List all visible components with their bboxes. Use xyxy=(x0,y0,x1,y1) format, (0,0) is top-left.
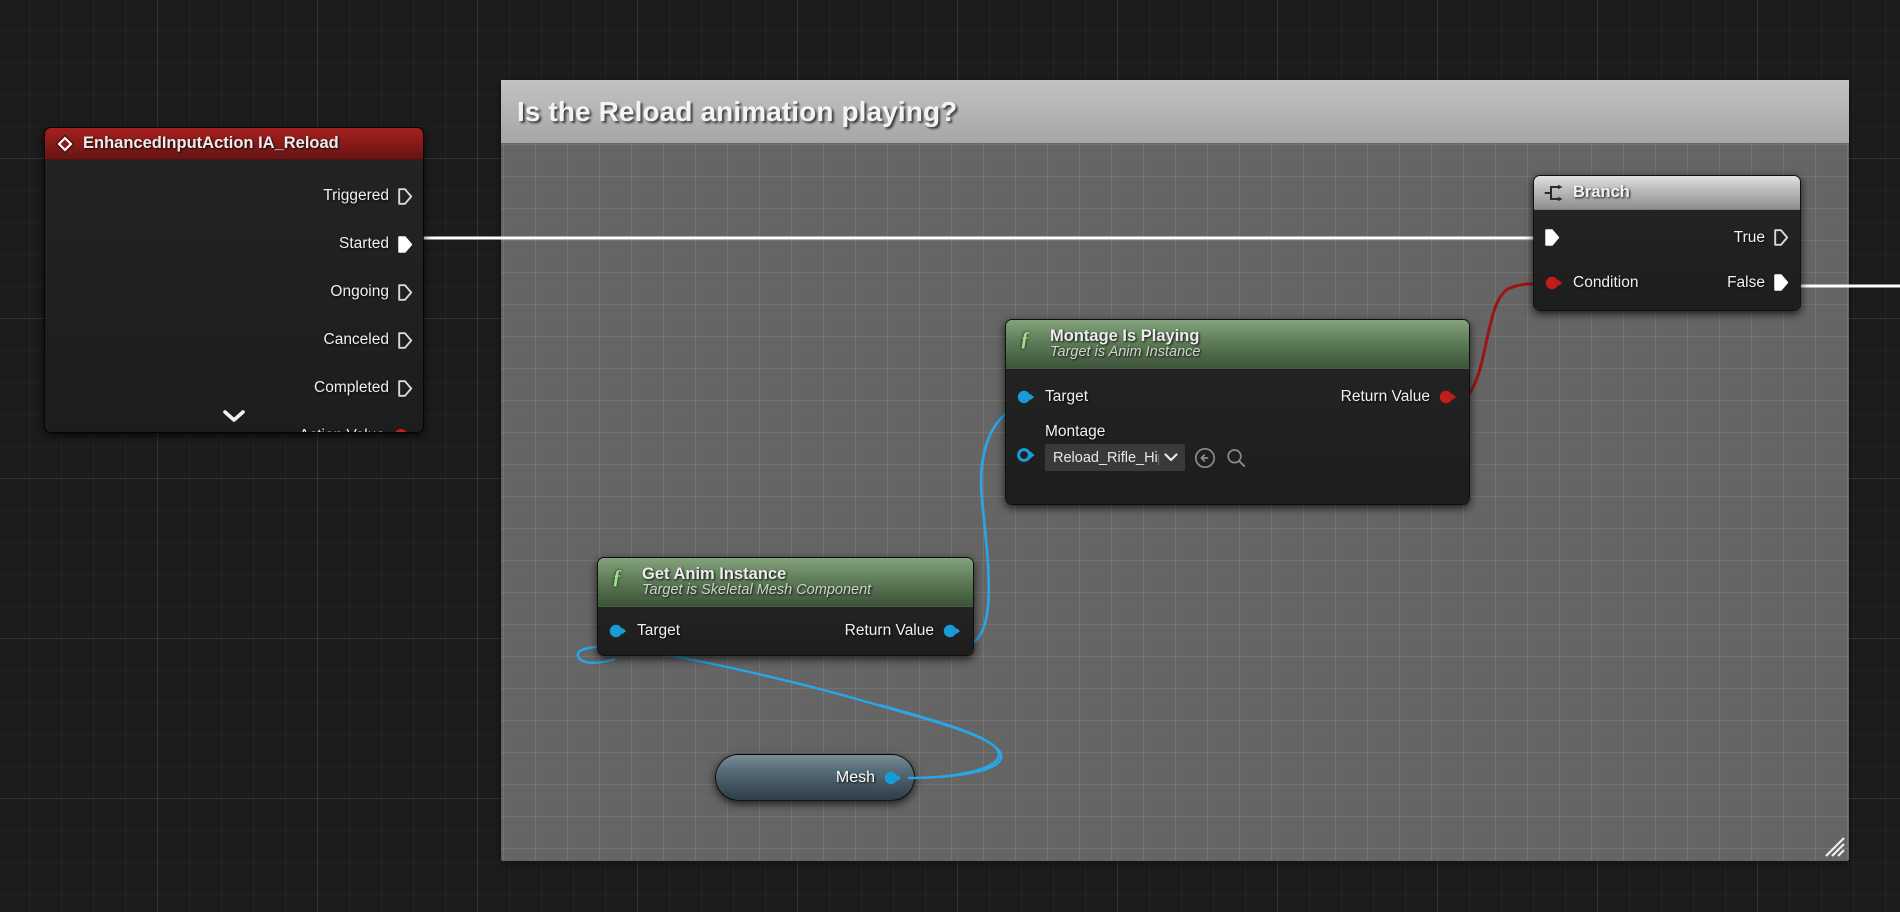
node-get-anim-instance[interactable]: ƒ Get Anim Instance Target is Skeletal M… xyxy=(597,557,974,657)
pin-row-canceled[interactable]: Canceled xyxy=(45,316,423,364)
pin-row-triggered[interactable]: Triggered xyxy=(45,172,423,220)
montage-dropdown[interactable]: Reload_Rifle_Hip xyxy=(1045,444,1185,472)
pin-label-triggered: Triggered xyxy=(323,187,389,204)
pin-label-started: Started xyxy=(339,235,389,252)
branch-row-condition-false: Condition False xyxy=(1534,260,1800,305)
exec-pin-branch-in[interactable] xyxy=(1545,229,1560,246)
data-pin-return-value[interactable] xyxy=(1439,390,1458,404)
node-branch[interactable]: Branch True Condition False xyxy=(1533,175,1801,311)
exec-pin-true[interactable] xyxy=(1774,229,1789,246)
pin-label-return-value: Return Value xyxy=(1340,388,1430,406)
pin-label-montage: Montage xyxy=(1045,423,1106,441)
pin-label-mesh: Mesh xyxy=(835,768,875,786)
data-pin-mesh-out[interactable] xyxy=(884,771,903,785)
pin-row-completed[interactable]: Completed xyxy=(45,364,423,412)
node-subtitle: Target is Anim Instance xyxy=(1050,344,1201,360)
exec-pin-started[interactable] xyxy=(398,235,413,253)
blueprint-graph-canvas[interactable]: Is the Reload animation playing? Enhance… xyxy=(0,0,1900,912)
comment-title: Is the Reload animation playing? xyxy=(517,95,958,127)
resize-grip-icon[interactable] xyxy=(1823,835,1845,857)
function-f-icon: ƒ xyxy=(612,566,622,588)
chevron-down-icon xyxy=(223,410,245,422)
node-header[interactable]: EnhancedInputAction IA_Reload xyxy=(45,128,423,160)
node-body: Triggered Started Ongoing Canceled Compl… xyxy=(45,160,423,432)
exec-pin-completed[interactable] xyxy=(398,379,413,397)
pin-label-completed: Completed xyxy=(314,379,389,396)
browse-back-icon[interactable] xyxy=(1194,447,1216,469)
node-title: EnhancedInputAction IA_Reload xyxy=(83,134,339,152)
pin-row-target: Target Return Value xyxy=(1006,377,1469,417)
exec-pin-canceled[interactable] xyxy=(398,331,413,349)
search-icon[interactable] xyxy=(1225,447,1247,469)
event-diamond-icon xyxy=(55,134,75,153)
pin-row-montage: Montage Reload_Rifle_Hip xyxy=(1006,417,1469,472)
data-pin-target[interactable] xyxy=(1017,390,1036,404)
node-body: Target Return Value xyxy=(1006,369,1469,505)
exec-pin-false[interactable] xyxy=(1774,274,1789,291)
branch-row-exec-true: True xyxy=(1534,215,1800,260)
comment-header[interactable]: Is the Reload animation playing? xyxy=(501,80,1849,143)
pin-label-condition: Condition xyxy=(1573,273,1639,291)
node-mesh-variable[interactable]: Mesh xyxy=(715,754,915,801)
montage-dropdown-value: Reload_Rifle_Hip xyxy=(1053,449,1159,466)
pin-row-target-return: Target Return Value xyxy=(598,607,973,655)
chevron-down-icon xyxy=(1164,453,1178,462)
pin-label-action-value: Action Value xyxy=(299,427,385,432)
node-enhanced-input-action[interactable]: EnhancedInputAction IA_Reload Triggered … xyxy=(44,127,424,433)
pin-row-started[interactable]: Started xyxy=(45,220,423,268)
data-pin-target[interactable] xyxy=(609,624,628,638)
pin-label-true: True xyxy=(1733,228,1765,246)
exec-pin-ongoing[interactable] xyxy=(398,283,413,301)
branch-icon xyxy=(1544,184,1563,201)
pin-label-ongoing: Ongoing xyxy=(330,283,389,300)
data-pin-montage[interactable] xyxy=(1017,448,1036,463)
pin-label-target: Target xyxy=(637,622,681,640)
node-body: True Condition False xyxy=(1534,210,1800,310)
pin-label-false: False xyxy=(1727,273,1765,291)
node-subtitle: Target is Skeletal Mesh Component xyxy=(642,582,872,598)
node-montage-is-playing[interactable]: ƒ Montage Is Playing Target is Anim Inst… xyxy=(1005,319,1470,506)
data-pin-return-value[interactable] xyxy=(943,624,962,638)
pin-label-target: Target xyxy=(1045,388,1089,406)
pin-row-ongoing[interactable]: Ongoing xyxy=(45,268,423,316)
function-f-icon: ƒ xyxy=(1020,328,1030,350)
pin-label-return-value: Return Value xyxy=(844,622,934,640)
exec-pin-triggered[interactable] xyxy=(398,187,413,205)
data-pin-condition[interactable] xyxy=(1545,276,1564,290)
node-header[interactable]: Branch xyxy=(1534,176,1800,210)
node-title: Branch xyxy=(1573,183,1630,201)
node-header[interactable]: ƒ Get Anim Instance Target is Skeletal M… xyxy=(598,558,973,608)
node-body: Target Return Value xyxy=(598,607,973,656)
node-header[interactable]: ƒ Montage Is Playing Target is Anim Inst… xyxy=(1006,320,1469,370)
collapse-toggle[interactable] xyxy=(45,408,423,424)
data-pin-action-value[interactable] xyxy=(394,429,413,432)
pin-label-canceled: Canceled xyxy=(323,331,390,348)
